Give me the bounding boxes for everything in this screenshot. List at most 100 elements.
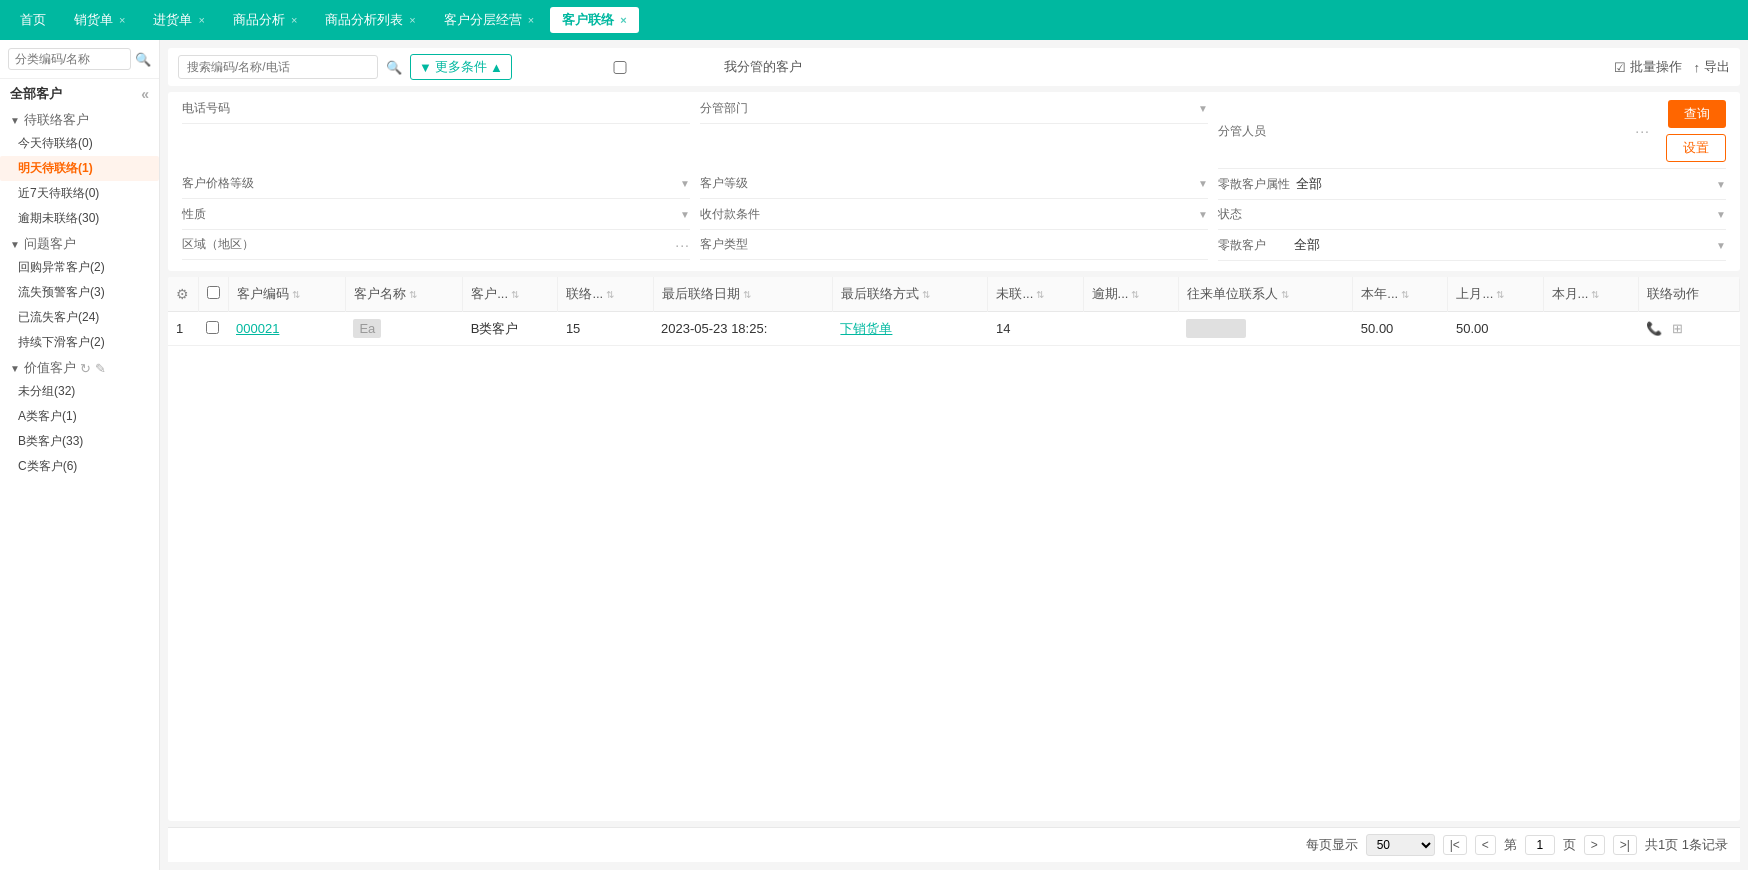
col-last-month: 上月... ⇅ xyxy=(1448,277,1543,312)
nav-product-analysis[interactable]: 商品分析 × xyxy=(221,7,309,33)
nav-customer-segment-close[interactable]: × xyxy=(528,14,534,26)
page-size-select[interactable]: 50 100 200 xyxy=(1366,834,1435,856)
nav-sales[interactable]: 销货单 × xyxy=(62,7,137,33)
sidebar-item-churn-warning[interactable]: 流失预警客户(3) xyxy=(0,280,159,305)
sidebar-item-7days-pending[interactable]: 近7天待联络(0) xyxy=(0,181,159,206)
set-btn[interactable]: 设置 xyxy=(1666,134,1726,162)
value-edit-icon[interactable]: ✎ xyxy=(95,361,106,376)
prev-page-btn[interactable]: < xyxy=(1475,835,1496,855)
region-select[interactable]: ··· xyxy=(260,237,690,253)
status-select[interactable]: ▼ xyxy=(1294,209,1726,220)
filter-customer-type: 客户类型 xyxy=(700,236,1208,260)
col-code: 客户编码 ⇅ xyxy=(228,277,345,312)
region-dots-icon[interactable]: ··· xyxy=(675,237,690,253)
sidebar-item-repurchase-abnormal[interactable]: 回购异常客户(2) xyxy=(0,255,159,280)
retail-attr-select[interactable]: 全部 ▼ xyxy=(1296,175,1726,193)
search-submit-icon[interactable]: 🔍 xyxy=(386,60,402,75)
more-filters-btn[interactable]: ▼ 更多条件 ▲ xyxy=(410,54,512,80)
person-dots-icon[interactable]: ··· xyxy=(1635,123,1650,139)
sidebar-search-input[interactable] xyxy=(8,48,131,70)
cell-name: Ea xyxy=(345,312,462,346)
nav-purchase[interactable]: 进货单 × xyxy=(141,7,216,33)
sort-type-icon[interactable]: ⇅ xyxy=(511,289,519,300)
my-customers-checkbox[interactable] xyxy=(520,61,720,74)
retail-attr-arrow-icon: ▼ xyxy=(1716,179,1726,190)
cell-unit-contact xyxy=(1178,312,1353,346)
search-input[interactable] xyxy=(178,55,378,79)
status-arrow-icon: ▼ xyxy=(1716,209,1726,220)
sort-last-date-icon[interactable]: ⇅ xyxy=(743,289,751,300)
nav-customer-contact-close[interactable]: × xyxy=(620,14,626,26)
value-grade-select[interactable]: ▼ xyxy=(260,178,690,189)
sort-last-method-icon[interactable]: ⇅ xyxy=(922,289,930,300)
col-last-date: 最后联络日期 ⇅ xyxy=(653,277,832,312)
nav-product-analysis-list-close[interactable]: × xyxy=(409,14,415,26)
phone-input[interactable] xyxy=(258,102,690,116)
last-method-link[interactable]: 下销货单 xyxy=(840,321,892,336)
my-customers-checkbox-label[interactable]: 我分管的客户 xyxy=(520,58,802,76)
sort-code-icon[interactable]: ⇅ xyxy=(292,289,300,300)
sidebar-item-churned[interactable]: 已流失客户(24) xyxy=(0,305,159,330)
sidebar-item-declining[interactable]: 持续下滑客户(2) xyxy=(0,330,159,355)
sidebar: 🔍 全部客户 « ▼ 待联络客户 今天待联络(0) 明天待联络(1) 近7天待联… xyxy=(0,40,160,870)
sidebar-item-overdue[interactable]: 逾期未联络(30) xyxy=(0,206,159,231)
table-row: 1 000021 Ea B类客户 15 2023-05-23 18:25: xyxy=(168,312,1740,346)
nav-customer-segment[interactable]: 客户分层经营 × xyxy=(432,7,546,33)
export-btn[interactable]: ↑ 导出 xyxy=(1694,58,1731,76)
sort-last-month-icon[interactable]: ⇅ xyxy=(1496,289,1504,300)
filter-person: 分管人员 ··· 查询 设置 xyxy=(1218,100,1726,169)
sort-this-month-icon[interactable]: ⇅ xyxy=(1591,289,1599,300)
last-page-btn[interactable]: >| xyxy=(1613,835,1637,855)
sort-name-icon[interactable]: ⇅ xyxy=(409,289,417,300)
value-refresh-icon[interactable]: ↻ xyxy=(80,361,91,376)
filter-dept: 分管部门 ▼ xyxy=(700,100,1208,124)
sort-this-year-icon[interactable]: ⇅ xyxy=(1401,289,1409,300)
nav-product-analysis-list[interactable]: 商品分析列表 × xyxy=(313,7,427,33)
sidebar-item-tomorrow-pending[interactable]: 明天待联络(1) xyxy=(0,156,159,181)
nav-customer-contact[interactable]: 客户联络 × xyxy=(550,7,638,33)
sidebar-item-b-class[interactable]: B类客户(33) xyxy=(0,429,159,454)
nav-purchase-close[interactable]: × xyxy=(198,14,204,26)
customer-code-link[interactable]: 000021 xyxy=(236,321,279,336)
payment-select[interactable]: ▼ xyxy=(776,209,1208,220)
payment-arrow-icon: ▼ xyxy=(1198,209,1208,220)
sidebar-item-today-pending[interactable]: 今天待联络(0) xyxy=(0,131,159,156)
sidebar-item-c-class[interactable]: C类客户(6) xyxy=(0,454,159,479)
nav-sales-close[interactable]: × xyxy=(119,14,125,26)
action-phone-icon[interactable]: 📞 xyxy=(1646,321,1662,336)
customer-grade-select[interactable]: ▼ xyxy=(776,178,1208,189)
col-this-month: 本月... ⇅ xyxy=(1543,277,1638,312)
sidebar-collapse-btn[interactable]: « xyxy=(141,86,149,102)
sort-overdue-icon[interactable]: ⇅ xyxy=(1131,289,1139,300)
cell-this-year: 50.00 xyxy=(1353,312,1448,346)
query-btn[interactable]: 查询 xyxy=(1668,100,1726,128)
select-all-checkbox[interactable] xyxy=(207,286,220,299)
first-page-btn[interactable]: |< xyxy=(1443,835,1467,855)
next-page-btn[interactable]: > xyxy=(1584,835,1605,855)
batch-operation-btn[interactable]: ☑ 批量操作 xyxy=(1614,58,1682,76)
value-group-label: ▼ 价值客户 ↻ ✎ xyxy=(0,355,159,379)
nav-home[interactable]: 首页 xyxy=(8,7,58,33)
sidebar-search-icon[interactable]: 🔍 xyxy=(135,52,151,67)
col-name: 客户名称 ⇅ xyxy=(345,277,462,312)
nav-product-analysis-close[interactable]: × xyxy=(291,14,297,26)
problem-arrow-icon: ▼ xyxy=(10,239,20,250)
sort-contact-icon[interactable]: ⇅ xyxy=(606,289,614,300)
dept-select[interactable]: ▼ xyxy=(776,103,1208,114)
search-bar: 🔍 ▼ 更多条件 ▲ 我分管的客户 ☑ 批量操作 ↑ 导出 xyxy=(168,48,1740,86)
action-qr-icon[interactable]: ⊞ xyxy=(1672,321,1683,336)
row-checkbox[interactable] xyxy=(206,321,219,334)
col-this-year: 本年... ⇅ xyxy=(1353,277,1448,312)
person-select[interactable]: ··· xyxy=(1294,123,1650,139)
sidebar-item-ungrouped[interactable]: 未分组(32) xyxy=(0,379,159,404)
col-contact: 联络... ⇅ xyxy=(558,277,653,312)
page-number-input[interactable] xyxy=(1525,835,1555,855)
sort-uncontact-icon[interactable]: ⇅ xyxy=(1036,289,1044,300)
table-settings-icon[interactable]: ⚙ xyxy=(176,286,189,302)
value-grade-arrow-icon: ▼ xyxy=(680,178,690,189)
sort-unit-icon[interactable]: ⇅ xyxy=(1281,289,1289,300)
sidebar-item-a-class[interactable]: A类客户(1) xyxy=(0,404,159,429)
col-overdue: 逾期... ⇅ xyxy=(1083,277,1178,312)
retail-customer-select[interactable]: 全部 ▼ xyxy=(1294,236,1726,254)
gender-select[interactable]: ▼ xyxy=(258,209,690,220)
